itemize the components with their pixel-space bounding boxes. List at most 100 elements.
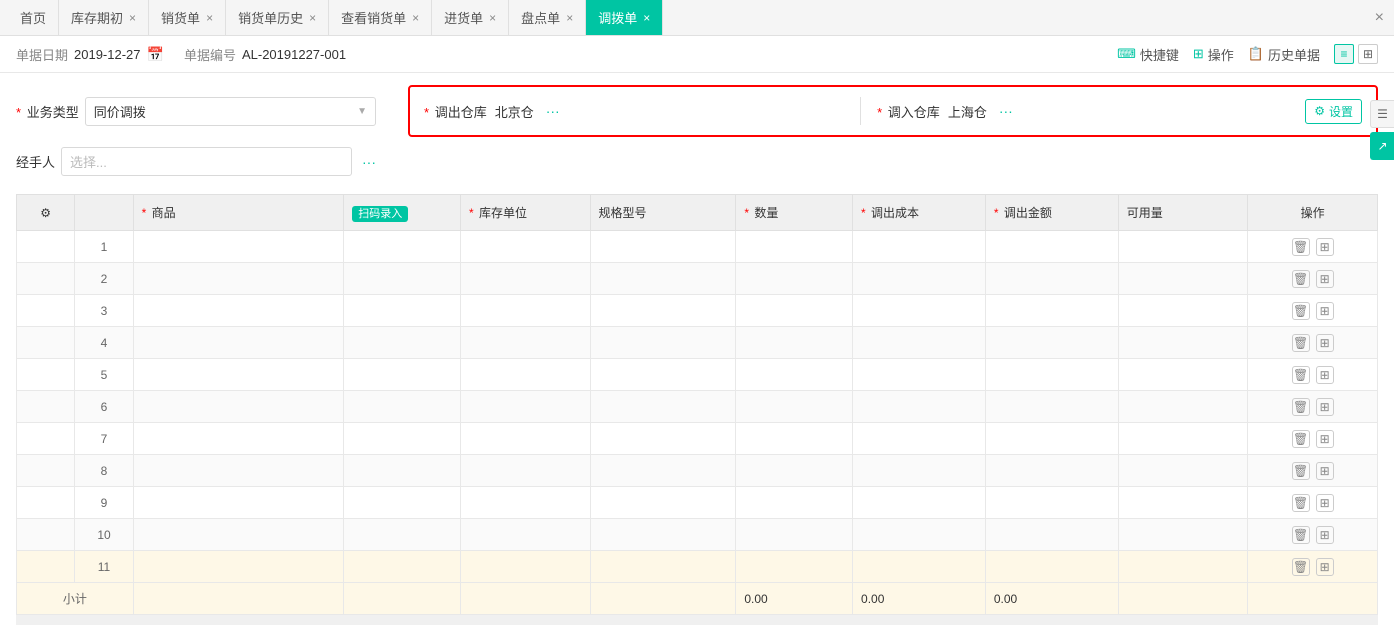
spec-cell-11[interactable] [590, 551, 736, 583]
th-barcode[interactable]: 扫码录入 [344, 195, 461, 231]
delete-icon-11[interactable]: 🗑 [1292, 558, 1310, 576]
delete-icon-5[interactable]: 🗑 [1292, 366, 1310, 384]
qty-cell-5[interactable] [736, 359, 853, 391]
amount-cell-10[interactable] [985, 519, 1118, 551]
operations-btn[interactable]: ⊞ 操作 [1193, 45, 1234, 64]
copy-icon-10[interactable]: ⊞ [1316, 526, 1334, 544]
amount-cell-3[interactable] [985, 295, 1118, 327]
cost-cell-2[interactable] [853, 263, 986, 295]
tab-close-sales-order[interactable]: × [206, 11, 213, 25]
copy-icon-5[interactable]: ⊞ [1316, 366, 1334, 384]
tab-inventory-count[interactable]: 盘点单 × [509, 0, 586, 35]
copy-icon-1[interactable]: ⊞ [1316, 238, 1334, 256]
spec-cell-5[interactable] [590, 359, 736, 391]
tab-view-sales[interactable]: 查看销货单 × [329, 0, 432, 35]
qty-cell-4[interactable] [736, 327, 853, 359]
cost-cell-9[interactable] [853, 487, 986, 519]
qty-cell-2[interactable] [736, 263, 853, 295]
copy-icon-4[interactable]: ⊞ [1316, 334, 1334, 352]
unit-cell-10[interactable] [460, 519, 590, 551]
unit-cell-5[interactable] [460, 359, 590, 391]
qty-cell-6[interactable] [736, 391, 853, 423]
window-close-button[interactable]: × [1375, 9, 1384, 27]
unit-cell-7[interactable] [460, 423, 590, 455]
delete-icon-8[interactable]: 🗑 [1292, 462, 1310, 480]
amount-cell-5[interactable] [985, 359, 1118, 391]
amount-cell-8[interactable] [985, 455, 1118, 487]
copy-icon-11[interactable]: ⊞ [1316, 558, 1334, 576]
unit-cell-8[interactable] [460, 455, 590, 487]
tab-close-sales-history[interactable]: × [309, 11, 316, 25]
cost-cell-10[interactable] [853, 519, 986, 551]
qty-cell-3[interactable] [736, 295, 853, 327]
tab-inventory-init[interactable]: 库存期初 × [59, 0, 149, 35]
delete-icon-3[interactable]: 🗑 [1292, 302, 1310, 320]
unit-cell-11[interactable] [460, 551, 590, 583]
calendar-icon[interactable]: 📅 [147, 46, 164, 63]
cost-cell-7[interactable] [853, 423, 986, 455]
spec-cell-1[interactable] [590, 231, 736, 263]
tab-close-inventory-count[interactable]: × [566, 11, 573, 25]
barcode-btn[interactable]: 扫码录入 [352, 206, 408, 222]
tab-sales-order[interactable]: 销货单 × [149, 0, 226, 35]
qty-cell-11[interactable] [736, 551, 853, 583]
product-cell-8[interactable] [133, 455, 344, 487]
amount-cell-4[interactable] [985, 327, 1118, 359]
grid-view-icon[interactable]: ⊞ [1358, 44, 1378, 64]
cost-cell-8[interactable] [853, 455, 986, 487]
product-cell-10[interactable] [133, 519, 344, 551]
unit-cell-3[interactable] [460, 295, 590, 327]
unit-cell-4[interactable] [460, 327, 590, 359]
list-view-icon[interactable]: ≡ [1334, 44, 1354, 64]
product-cell-1[interactable] [133, 231, 344, 263]
copy-icon-2[interactable]: ⊞ [1316, 270, 1334, 288]
settings-button[interactable]: ⚙ 设置 [1305, 99, 1362, 124]
tab-home[interactable]: 首页 [8, 0, 59, 35]
delete-icon-9[interactable]: 🗑 [1292, 494, 1310, 512]
history-btn[interactable]: 📋 历史单据 [1248, 45, 1320, 64]
delete-icon-2[interactable]: 🗑 [1292, 270, 1310, 288]
spec-cell-9[interactable] [590, 487, 736, 519]
amount-cell-9[interactable] [985, 487, 1118, 519]
cost-cell-6[interactable] [853, 391, 986, 423]
product-cell-3[interactable] [133, 295, 344, 327]
copy-icon-9[interactable]: ⊞ [1316, 494, 1334, 512]
cost-cell-11[interactable] [853, 551, 986, 583]
cost-cell-4[interactable] [853, 327, 986, 359]
person-select[interactable]: 选择... [61, 147, 352, 176]
tab-close-view-sales[interactable]: × [412, 11, 419, 25]
delete-icon-10[interactable]: 🗑 [1292, 526, 1310, 544]
spec-cell-7[interactable] [590, 423, 736, 455]
qty-cell-8[interactable] [736, 455, 853, 487]
horizontal-scrollbar[interactable] [16, 615, 1378, 625]
unit-cell-9[interactable] [460, 487, 590, 519]
unit-cell-6[interactable] [460, 391, 590, 423]
product-cell-2[interactable] [133, 263, 344, 295]
product-cell-11[interactable] [133, 551, 344, 583]
sidebar-list-tab[interactable]: ☰ [1370, 100, 1394, 128]
tab-transfer-order[interactable]: 调拨单 × [586, 0, 663, 35]
sidebar-external-tab[interactable]: ↗ [1370, 132, 1394, 160]
spec-cell-3[interactable] [590, 295, 736, 327]
spec-cell-4[interactable] [590, 327, 736, 359]
amount-cell-7[interactable] [985, 423, 1118, 455]
delete-icon-6[interactable]: 🗑 [1292, 398, 1310, 416]
delete-icon-4[interactable]: 🗑 [1292, 334, 1310, 352]
unit-cell-2[interactable] [460, 263, 590, 295]
copy-icon-3[interactable]: ⊞ [1316, 302, 1334, 320]
copy-icon-6[interactable]: ⊞ [1316, 398, 1334, 416]
amount-cell-2[interactable] [985, 263, 1118, 295]
shortcut-btn[interactable]: ⌨ 快捷键 [1117, 45, 1179, 64]
tab-close-transfer-order[interactable]: × [643, 11, 650, 25]
unit-cell-1[interactable] [460, 231, 590, 263]
biz-type-arrow-icon[interactable]: ▼ [357, 106, 367, 117]
biz-type-select[interactable]: 同价调拨 ▼ [85, 97, 376, 126]
spec-cell-2[interactable] [590, 263, 736, 295]
th-gear[interactable]: ⚙ [17, 195, 75, 231]
qty-cell-9[interactable] [736, 487, 853, 519]
qty-cell-7[interactable] [736, 423, 853, 455]
amount-cell-6[interactable] [985, 391, 1118, 423]
qty-cell-10[interactable] [736, 519, 853, 551]
product-cell-9[interactable] [133, 487, 344, 519]
qty-cell-1[interactable] [736, 231, 853, 263]
